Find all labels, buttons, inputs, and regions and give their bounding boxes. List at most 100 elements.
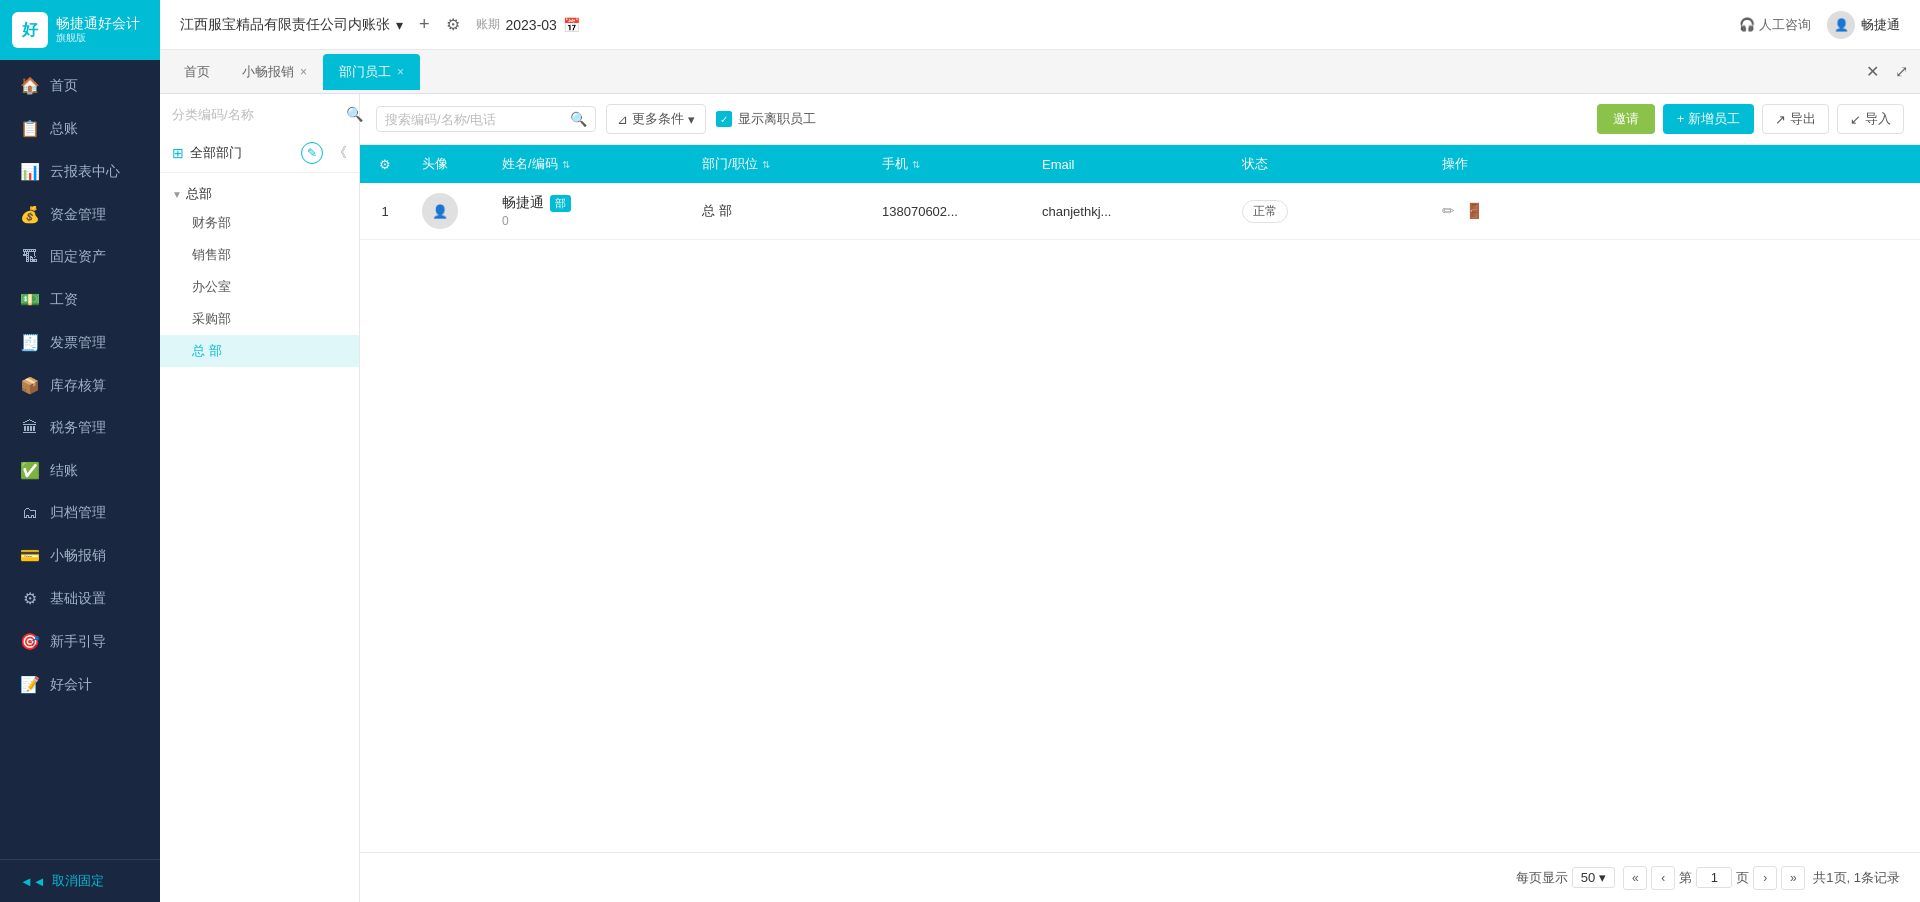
- edit-employee-btn[interactable]: ✏: [1442, 202, 1455, 220]
- settings-icon: ⚙: [20, 589, 40, 608]
- tax-icon: 🏛: [20, 419, 40, 437]
- sidebar-item-funds[interactable]: 💰 资金管理: [0, 193, 160, 236]
- add-company-btn[interactable]: +: [419, 14, 430, 35]
- dept-item-sales[interactable]: 销售部: [160, 239, 359, 271]
- company-settings-btn[interactable]: ⚙: [446, 15, 460, 34]
- company-selector[interactable]: 江西服宝精品有限责任公司内账张 ▾: [180, 16, 403, 34]
- search-icon[interactable]: 🔍: [570, 111, 587, 127]
- row-actions: ✏ 🚪: [1430, 183, 1920, 240]
- dept-item-general[interactable]: 总 部: [160, 335, 359, 367]
- tab-home[interactable]: 首页: [168, 54, 226, 90]
- chevron-down-icon: ▾: [396, 17, 403, 33]
- close-all-tabs-btn[interactable]: ✕: [1862, 58, 1883, 85]
- headset-icon: 🎧: [1739, 17, 1755, 32]
- avatar-icon: 👤: [1834, 18, 1849, 32]
- cancel-fixed-btn[interactable]: ◄◄ 取消固定: [0, 859, 160, 902]
- col-settings[interactable]: ⚙: [360, 145, 410, 183]
- dept-header: ⊞ 全部部门 ✎ 《: [160, 134, 359, 173]
- dept-group-root: ▼ 总部: [160, 181, 359, 207]
- prev-page-btn[interactable]: ‹: [1651, 866, 1675, 890]
- sidebar-item-label: 归档管理: [50, 504, 106, 522]
- dept-item-purchase[interactable]: 采购部: [160, 303, 359, 335]
- dept-item-office[interactable]: 办公室: [160, 271, 359, 303]
- sidebar-item-label: 好会计: [50, 676, 92, 694]
- page-navigation: « ‹ 第 页 › »: [1623, 866, 1805, 890]
- dept-collapse-btn[interactable]: 《: [333, 144, 347, 162]
- tab-expense[interactable]: 小畅报销 ×: [226, 54, 323, 90]
- sidebar-item-inventory[interactable]: 📦 库存核算: [0, 364, 160, 407]
- sidebar-item-label: 工资: [50, 291, 78, 309]
- sidebar-item-label: 税务管理: [50, 419, 106, 437]
- sort-dept-icon: ⇅: [762, 159, 770, 170]
- show-resigned-checkbox[interactable]: ✓ 显示离职员工: [716, 110, 816, 128]
- tab-dept-employee[interactable]: 部门员工 ×: [323, 54, 420, 90]
- tab-label: 首页: [184, 63, 210, 81]
- dept-tree: ▼ 总部 财务部 销售部 办公室 采购部 总 部: [160, 173, 359, 902]
- first-page-btn[interactable]: «: [1623, 866, 1647, 890]
- per-page-select[interactable]: 50 ▾: [1572, 867, 1615, 888]
- logo-title: 畅捷通好会计: [56, 15, 140, 32]
- add-employee-btn[interactable]: + 新增员工: [1663, 104, 1754, 134]
- col-action: 操作: [1430, 145, 1920, 183]
- user-menu[interactable]: 👤 畅捷通: [1827, 11, 1900, 39]
- home-icon: 🏠: [20, 76, 40, 95]
- employee-search-input[interactable]: [385, 112, 564, 127]
- sidebar-item-label: 发票管理: [50, 334, 106, 352]
- logo-subtitle: 旗舰版: [56, 31, 140, 45]
- settings-icon: ⚙: [379, 157, 391, 172]
- import-btn[interactable]: ↙ 导入: [1837, 104, 1904, 134]
- col-name[interactable]: 姓名/编码 ⇅: [490, 145, 690, 183]
- avatar: 👤: [1827, 11, 1855, 39]
- export-btn[interactable]: ↗ 导出: [1762, 104, 1829, 134]
- tab-close-expense[interactable]: ×: [300, 65, 307, 79]
- row-status: 正常: [1230, 183, 1430, 240]
- sidebar-item-ledger[interactable]: 📋 总账: [0, 107, 160, 150]
- status-badge: 正常: [1242, 200, 1288, 223]
- col-dept[interactable]: 部门/职位 ⇅: [690, 145, 870, 183]
- dept-arrow-icon[interactable]: ▼: [172, 189, 182, 200]
- tab-label: 部门员工: [339, 63, 391, 81]
- export-icon: ↗: [1775, 112, 1786, 127]
- employee-table-wrap: ⚙ 头像 姓名/编码 ⇅ 部门/职位: [360, 145, 1920, 852]
- sidebar-item-reports[interactable]: 📊 云报表中心: [0, 150, 160, 193]
- dept-search-box: 🔍: [160, 94, 359, 134]
- col-phone[interactable]: 手机 ⇅: [870, 145, 1030, 183]
- filter-label: 更多条件: [632, 110, 684, 128]
- sidebar-item-guide[interactable]: 🎯 新手引导: [0, 620, 160, 663]
- last-page-btn[interactable]: »: [1781, 866, 1805, 890]
- sidebar-item-invoice[interactable]: 🧾 发票管理: [0, 321, 160, 364]
- row-avatar: 👤: [410, 183, 490, 240]
- filter-btn[interactable]: ⊿ 更多条件 ▾: [606, 104, 706, 134]
- tabs-bar: 首页 小畅报销 × 部门员工 × ✕ ⤢: [160, 50, 1920, 94]
- sidebar-item-tax[interactable]: 🏛 税务管理: [0, 407, 160, 449]
- period-label: 账期: [476, 16, 500, 33]
- employee-table: ⚙ 头像 姓名/编码 ⇅ 部门/职位: [360, 145, 1920, 240]
- dept-search-input[interactable]: [172, 107, 340, 122]
- tab-close-dept[interactable]: ×: [397, 65, 404, 79]
- page-label: 第: [1679, 869, 1692, 887]
- dept-grid-icon: ⊞: [172, 145, 184, 161]
- next-page-btn[interactable]: ›: [1753, 866, 1777, 890]
- sidebar-item-home[interactable]: 🏠 首页: [0, 64, 160, 107]
- sidebar-item-settings[interactable]: ⚙ 基础设置: [0, 577, 160, 620]
- dept-edit-btn[interactable]: ✎: [301, 142, 323, 164]
- sidebar-item-archive[interactable]: 🗂 归档管理: [0, 492, 160, 534]
- sidebar-item-label: 小畅报销: [50, 547, 106, 565]
- invite-btn[interactable]: 邀请: [1597, 104, 1655, 134]
- sidebar-item-payroll[interactable]: 💵 工资: [0, 278, 160, 321]
- import-icon: ↙: [1850, 112, 1861, 127]
- dept-item-finance[interactable]: 财务部: [160, 207, 359, 239]
- help-btn[interactable]: 🎧 人工咨询: [1739, 16, 1811, 34]
- sidebar-item-expense[interactable]: 💳 小畅报销: [0, 534, 160, 577]
- sidebar-item-close[interactable]: ✅ 结账: [0, 449, 160, 492]
- import-label: 导入: [1865, 110, 1891, 128]
- sidebar-item-assets[interactable]: 🏗 固定资产: [0, 236, 160, 278]
- col-status: 状态: [1230, 145, 1430, 183]
- sidebar-item-accounting[interactable]: 📝 好会计: [0, 663, 160, 706]
- sidebar-item-label: 新手引导: [50, 633, 106, 651]
- reports-icon: 📊: [20, 162, 40, 181]
- page-input[interactable]: [1696, 867, 1732, 888]
- logout-employee-btn[interactable]: 🚪: [1465, 202, 1484, 220]
- expand-tabs-btn[interactable]: ⤢: [1891, 58, 1912, 85]
- close-period-icon: ✅: [20, 461, 40, 480]
